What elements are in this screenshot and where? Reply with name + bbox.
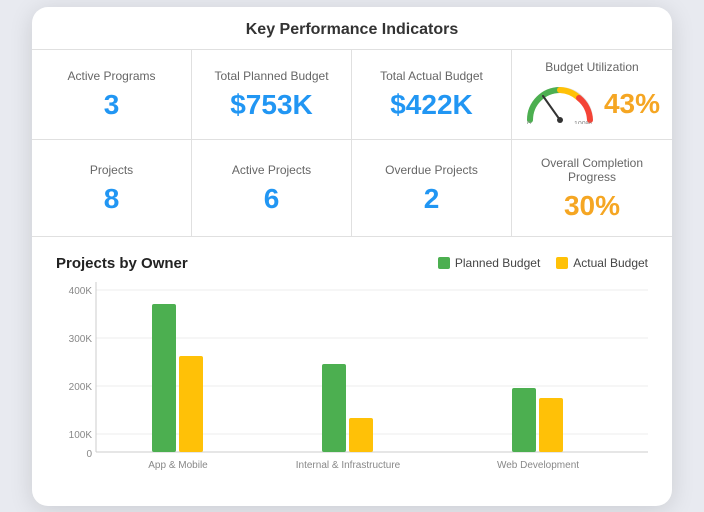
kpi-budget-utilization: Budget Utilization — [512, 50, 672, 139]
gauge-chart: 0 100% — [524, 80, 596, 129]
bar-chart-svg: 400K 300K 200K 100K 0 App & Mobile — [92, 282, 648, 472]
y-label-0: 0 — [86, 449, 92, 460]
x-label-app-mobile: App & Mobile — [148, 460, 208, 471]
kpi-active-programs: Active Programs 3 — [32, 50, 192, 139]
kpi-actual-budget-label: Total Actual Budget — [380, 69, 483, 83]
kpi-projects-value: 8 — [104, 183, 120, 215]
y-label-300k: 300K — [69, 334, 93, 345]
chart-section: Projects by Owner Planned Budget Actual … — [32, 237, 672, 482]
kpi-overdue-projects-label: Overdue Projects — [385, 163, 478, 177]
kpi-active-projects-label: Active Projects — [232, 163, 311, 177]
bar-app-mobile-planned — [152, 304, 176, 452]
bar-web-actual — [539, 398, 563, 452]
chart-canvas: 400K 300K 200K 100K 0 App & Mobile — [56, 282, 648, 482]
legend-actual-dot — [556, 257, 568, 269]
kpi-projects-label: Projects — [90, 163, 133, 177]
kpi-completion-progress: Overall Completion Progress 30% — [512, 140, 672, 236]
bar-internal-actual — [349, 418, 373, 452]
kpi-actual-budget: Total Actual Budget $422K — [352, 50, 512, 139]
card-header: Key Performance Indicators — [32, 7, 672, 50]
y-label-400k: 400K — [69, 286, 93, 297]
svg-text:100%: 100% — [574, 121, 592, 124]
chart-legend: Planned Budget Actual Budget — [438, 256, 648, 270]
kpi-overdue-projects: Overdue Projects 2 — [352, 140, 512, 236]
kpi-row-1: Active Programs 3 Total Planned Budget $… — [32, 50, 672, 140]
kpi-actual-budget-value: $422K — [390, 89, 473, 121]
card-title: Key Performance Indicators — [246, 21, 459, 38]
chart-header: Projects by Owner Planned Budget Actual … — [56, 255, 648, 272]
kpi-row-2: Projects 8 Active Projects 6 Overdue Pro… — [32, 140, 672, 237]
legend-planned-label: Planned Budget — [455, 256, 540, 270]
y-label-200k: 200K — [69, 382, 93, 393]
kpi-planned-budget-label: Total Planned Budget — [214, 69, 328, 83]
svg-text:0: 0 — [527, 121, 531, 124]
kpi-active-programs-value: 3 — [104, 89, 120, 121]
kpi-planned-budget: Total Planned Budget $753K — [192, 50, 352, 139]
kpi-active-projects-value: 6 — [264, 183, 280, 215]
legend-planned: Planned Budget — [438, 256, 540, 270]
chart-title: Projects by Owner — [56, 255, 188, 272]
legend-actual: Actual Budget — [556, 256, 648, 270]
gauge-svg: 0 100% — [524, 80, 596, 124]
bar-app-mobile-actual — [179, 356, 203, 452]
dashboard-card: Key Performance Indicators Active Progra… — [32, 7, 672, 506]
kpi-projects: Projects 8 — [32, 140, 192, 236]
kpi-planned-budget-value: $753K — [230, 89, 313, 121]
legend-actual-label: Actual Budget — [573, 256, 648, 270]
legend-planned-dot — [438, 257, 450, 269]
bar-internal-planned — [322, 364, 346, 452]
x-label-internal: Internal & Infrastructure — [296, 460, 401, 471]
gauge-wrapper: 0 100% 43% — [524, 80, 660, 129]
kpi-overdue-projects-value: 2 — [424, 183, 440, 215]
kpi-completion-progress-value: 30% — [564, 190, 620, 222]
bar-web-planned — [512, 388, 536, 452]
x-label-web: Web Development — [497, 460, 579, 471]
kpi-budget-utilization-label: Budget Utilization — [545, 60, 638, 74]
kpi-budget-utilization-value: 43% — [604, 88, 660, 120]
kpi-completion-progress-label: Overall Completion Progress — [520, 156, 664, 184]
kpi-active-programs-label: Active Programs — [67, 69, 155, 83]
y-label-100k: 100K — [69, 430, 93, 441]
kpi-active-projects: Active Projects 6 — [192, 140, 352, 236]
